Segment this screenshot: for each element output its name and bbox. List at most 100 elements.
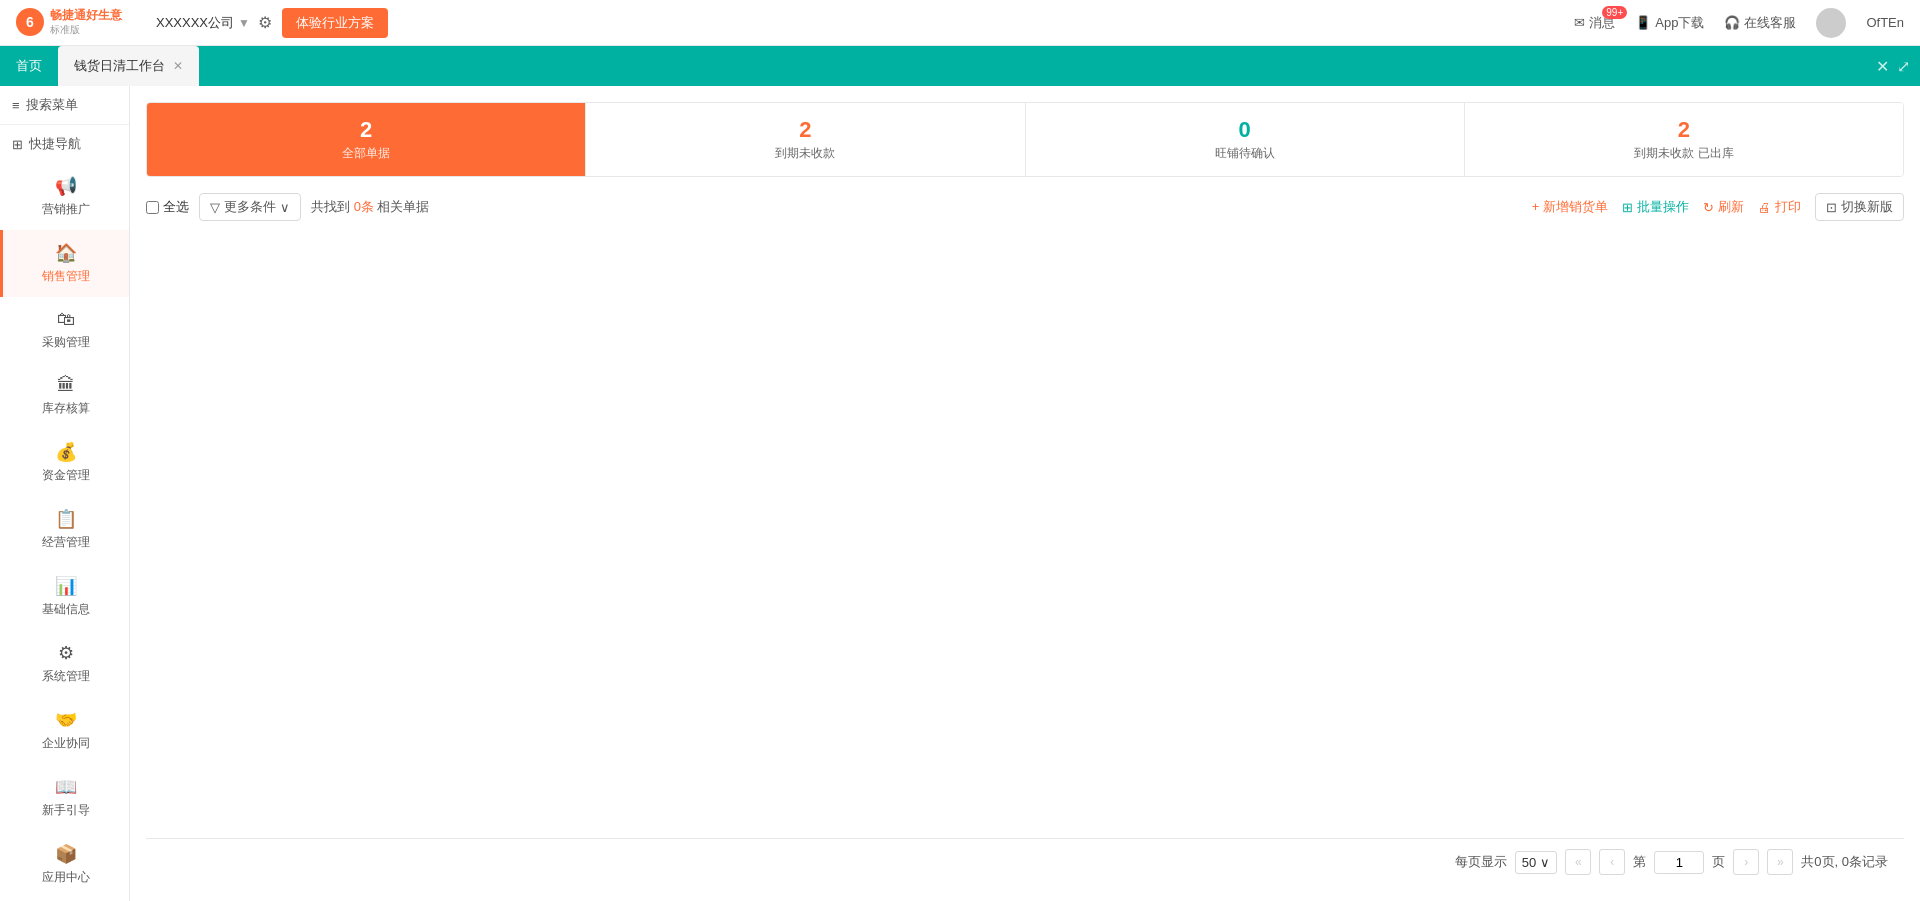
page-suffix: 页 — [1712, 853, 1725, 871]
sidebar-item-purchase[interactable]: 🛍 采购管理 — [0, 297, 129, 363]
total-text: 共0页, 0条记录 — [1801, 853, 1888, 871]
pagination: 每页显示 50 ∨ « ‹ 第 页 › » — [146, 838, 1904, 885]
refresh-icon: ↻ — [1703, 200, 1714, 215]
stat-label-overdue: 到期未收款 — [606, 145, 1004, 162]
sidebar-item-marketing[interactable]: 📢 营销推广 — [0, 163, 129, 230]
main-layout: ≡ 搜索菜单 ⊞ 快捷导航 📢 营销推广 🏠 销售管理 🛍 采购管理 🏛 库存核… — [0, 86, 1920, 901]
prev-page-icon: ‹ — [1610, 855, 1614, 869]
username[interactable]: OfTEn — [1866, 15, 1904, 30]
found-suffix: 相关单据 — [377, 199, 429, 214]
purchase-icon: 🛍 — [57, 309, 75, 330]
app-icon: 📱 — [1635, 15, 1651, 30]
print-icon: 🖨 — [1758, 200, 1771, 215]
logo-text: 畅捷通好生意 — [50, 8, 122, 22]
online-service-btn[interactable]: 🎧 在线客服 — [1724, 14, 1796, 32]
tab-close-icon[interactable]: ✕ — [173, 59, 183, 73]
app-download-btn[interactable]: 📱 App下载 — [1635, 14, 1704, 32]
toolbar-left: 全选 ▽ 更多条件 ∨ 共找到 0条 相关单据 — [146, 193, 429, 221]
sidebar-item-finance[interactable]: 💰 资金管理 — [0, 429, 129, 496]
page-size-select[interactable]: 50 ∨ — [1515, 851, 1557, 874]
first-page-icon: « — [1575, 855, 1582, 869]
coop-label: 企业协同 — [42, 735, 90, 752]
sidebar-item-system[interactable]: ⚙ 系统管理 — [0, 630, 129, 697]
operation-icon: 📋 — [55, 508, 77, 530]
first-page-btn[interactable]: « — [1565, 849, 1591, 875]
last-page-btn[interactable]: » — [1767, 849, 1793, 875]
company-dropdown-icon: ▼ — [238, 16, 250, 30]
select-all-input[interactable] — [146, 201, 159, 214]
stat-label-all: 全部单据 — [167, 145, 565, 162]
stat-card-pending[interactable]: 0 旺铺待确认 — [1026, 103, 1465, 176]
quicknav-label: 快捷导航 — [29, 135, 81, 153]
refresh-btn[interactable]: ↻ 刷新 — [1703, 198, 1744, 216]
system-label: 系统管理 — [42, 668, 90, 685]
company-name: XXXXXX公司 — [156, 14, 234, 32]
message-btn[interactable]: ✉ 消息 99+ — [1574, 14, 1615, 32]
sidebar: ≡ 搜索菜单 ⊞ 快捷导航 📢 营销推广 🏠 销售管理 🛍 采购管理 🏛 库存核… — [0, 86, 130, 901]
sales-label: 销售管理 — [42, 268, 90, 285]
stat-card-shipped[interactable]: 2 到期未收款 已出库 — [1465, 103, 1903, 176]
select-all-checkbox[interactable]: 全选 — [146, 198, 189, 216]
sidebar-item-sales[interactable]: 🏠 销售管理 — [0, 230, 129, 297]
stat-num-all: 2 — [167, 117, 565, 143]
stats-row: 2 全部单据 2 到期未收款 0 旺铺待确认 2 到期未收款 已出库 — [146, 102, 1904, 177]
print-btn[interactable]: 🖨 打印 — [1758, 198, 1801, 216]
system-icon: ⚙ — [58, 642, 74, 664]
content-area: 2 全部单据 2 到期未收款 0 旺铺待确认 2 到期未收款 已出库 — [130, 86, 1920, 901]
marketing-label: 营销推广 — [42, 201, 90, 218]
header: 6 畅捷通好生意 标准版 XXXXXX公司 ▼ ⚙ 体验行业方案 ✉ 消息 99… — [0, 0, 1920, 46]
stat-label-shipped: 到期未收款 已出库 — [1485, 145, 1883, 162]
prev-page-btn[interactable]: ‹ — [1599, 849, 1625, 875]
tab-workbench[interactable]: 钱货日清工作台 ✕ — [58, 46, 199, 86]
tab-home[interactable]: 首页 — [0, 46, 58, 86]
sidebar-item-operation[interactable]: 📋 经营管理 — [0, 496, 129, 563]
main-content: 2 全部单据 2 到期未收款 0 旺铺待确认 2 到期未收款 已出库 — [130, 86, 1920, 901]
logo-area: 6 畅捷通好生意 标准版 — [16, 8, 146, 36]
filter-btn[interactable]: ▽ 更多条件 ∨ — [199, 193, 301, 221]
page-size-label: 每页显示 — [1455, 853, 1507, 871]
company-selector[interactable]: XXXXXX公司 ▼ — [156, 14, 250, 32]
appstore-label: 应用中心 — [42, 869, 90, 886]
sidebar-item-inventory[interactable]: 🏛 库存核算 — [0, 363, 129, 429]
message-badge: 99+ — [1602, 6, 1627, 19]
search-menu-icon: ≡ — [12, 98, 20, 113]
page-size-value: 50 — [1522, 855, 1536, 870]
quicknav-icon: ⊞ — [12, 137, 23, 152]
stat-card-overdue[interactable]: 2 到期未收款 — [586, 103, 1025, 176]
sales-icon: 🏠 — [55, 242, 77, 264]
stat-card-all[interactable]: 2 全部单据 — [147, 103, 586, 176]
tab-workbench-label: 钱货日清工作台 — [74, 57, 165, 75]
search-menu-label: 搜索菜单 — [26, 96, 78, 114]
add-sale-btn[interactable]: + 新增销货单 — [1532, 198, 1608, 216]
marketing-icon: 📢 — [55, 175, 77, 197]
switch-label: 切换新版 — [1841, 198, 1893, 216]
finance-label: 资金管理 — [42, 467, 90, 484]
sidebar-item-baseinfo[interactable]: 📊 基础信息 — [0, 563, 129, 630]
tab-expand-icon[interactable]: ⤢ — [1897, 57, 1910, 76]
stat-num-shipped: 2 — [1485, 117, 1883, 143]
refresh-label: 刷新 — [1718, 198, 1744, 216]
found-prefix: 共找到 — [311, 199, 350, 214]
batch-operation-btn[interactable]: ⊞ 批量操作 — [1622, 198, 1689, 216]
message-icon: ✉ — [1574, 15, 1585, 30]
inventory-label: 库存核算 — [42, 400, 90, 417]
tab-close-all-icon[interactable]: ✕ — [1876, 57, 1889, 76]
page-size-arrow-icon: ∨ — [1540, 855, 1550, 870]
sidebar-item-appstore[interactable]: 📦 应用中心 — [0, 831, 129, 898]
next-page-icon: › — [1744, 855, 1748, 869]
sidebar-item-guide[interactable]: 📖 新手引导 — [0, 764, 129, 831]
last-page-icon: » — [1777, 855, 1784, 869]
sidebar-item-search[interactable]: ≡ 搜索菜单 — [0, 86, 129, 125]
settings-icon[interactable]: ⚙ — [258, 13, 272, 32]
next-page-btn[interactable]: › — [1733, 849, 1759, 875]
page-number-input[interactable] — [1654, 851, 1704, 874]
avatar[interactable] — [1816, 8, 1846, 38]
print-label: 打印 — [1775, 198, 1801, 216]
coop-icon: 🤝 — [55, 709, 77, 731]
switch-icon: ⊡ — [1826, 200, 1837, 215]
sidebar-item-coop[interactable]: 🤝 企业协同 — [0, 697, 129, 764]
sidebar-item-quicknav[interactable]: ⊞ 快捷导航 — [0, 125, 129, 163]
logo-icon: 6 — [16, 8, 44, 36]
experience-btn[interactable]: 体验行业方案 — [282, 8, 388, 38]
switch-new-version-btn[interactable]: ⊡ 切换新版 — [1815, 193, 1904, 221]
